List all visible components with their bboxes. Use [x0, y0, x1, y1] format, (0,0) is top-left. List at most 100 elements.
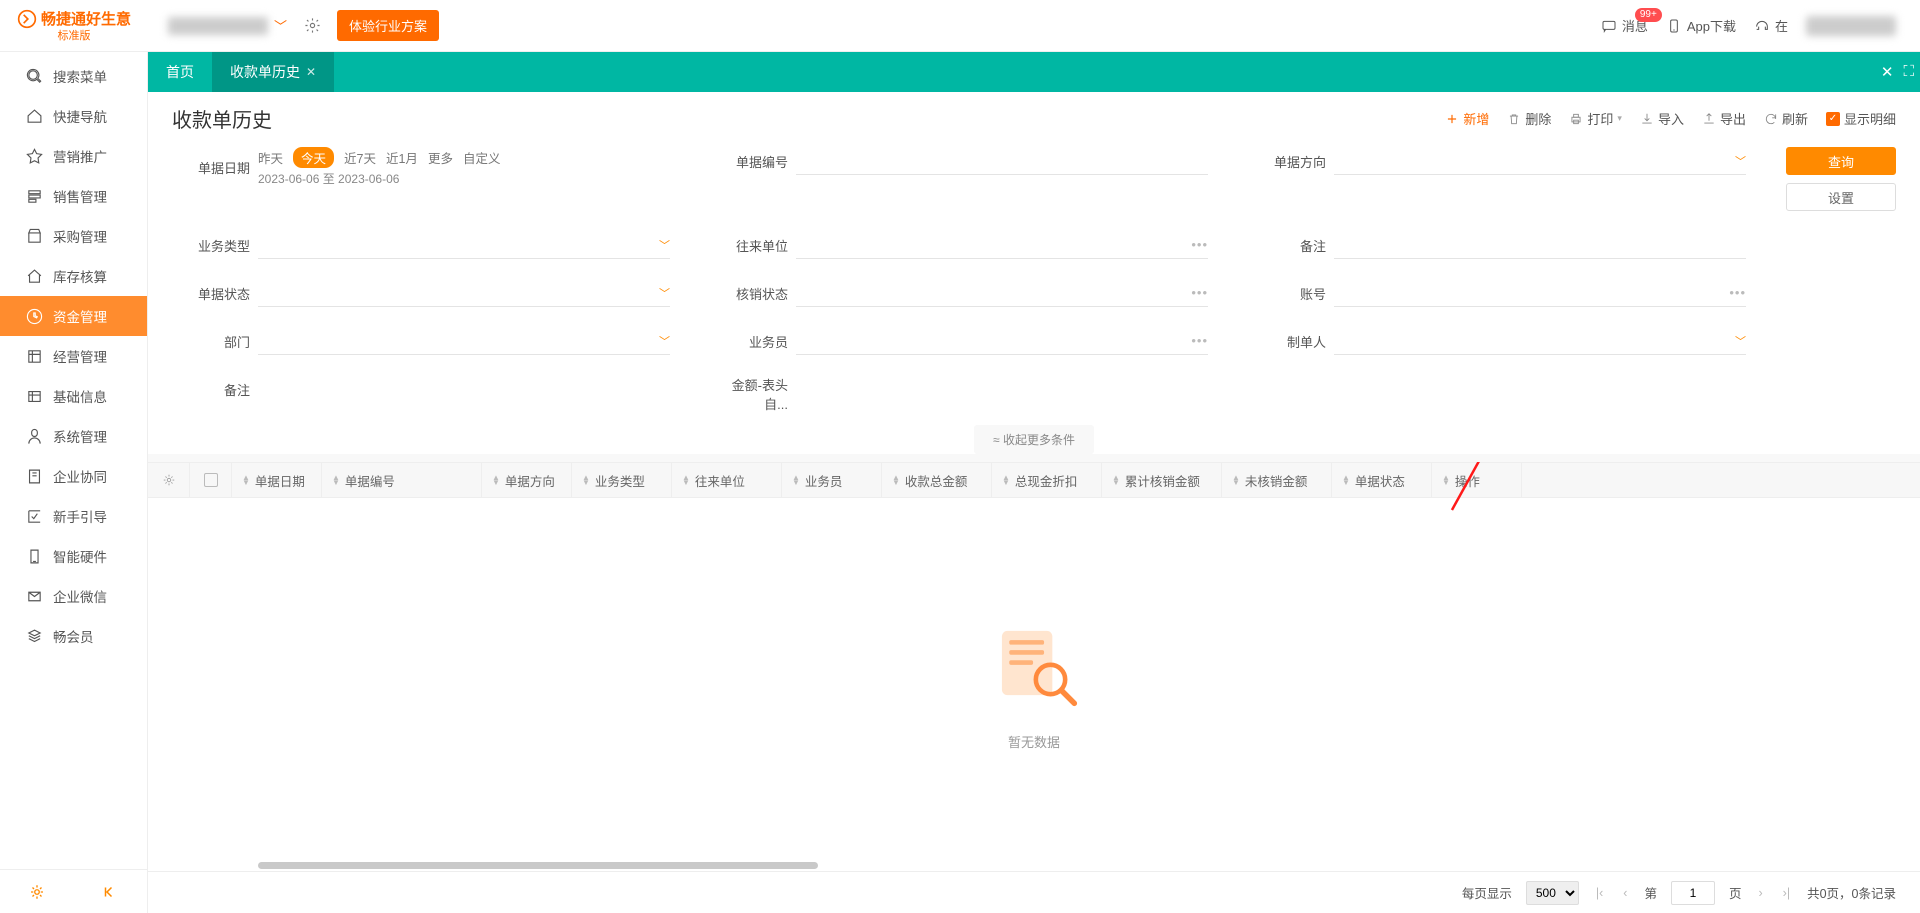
- sidebar-item-label: 企业微信: [53, 586, 107, 606]
- print-label: 打印: [1587, 109, 1613, 128]
- pager-first[interactable]: |‹: [1593, 886, 1606, 900]
- sort-icon: ▲▼: [1342, 475, 1350, 485]
- lookup-partner[interactable]: •••: [796, 231, 1208, 259]
- sort-icon: ▲▼: [1442, 475, 1450, 485]
- try-industry-button[interactable]: 体验行业方案: [337, 10, 439, 41]
- refresh-button[interactable]: 刷新: [1764, 109, 1808, 128]
- app-download-link[interactable]: App下载: [1666, 16, 1736, 35]
- delete-button[interactable]: 删除: [1507, 109, 1551, 128]
- col-header[interactable]: ▲▼单据状态: [1332, 463, 1432, 497]
- col-header[interactable]: ▲▼单据方向: [482, 463, 572, 497]
- sidebar-item-9[interactable]: 系统管理: [0, 416, 147, 456]
- input-doc-no[interactable]: [796, 147, 1208, 175]
- sidebar-item-13[interactable]: 企业微信: [0, 576, 147, 616]
- sidebar-item-4[interactable]: 采购管理: [0, 216, 147, 256]
- date-tab-more[interactable]: 更多: [428, 148, 453, 167]
- sidebar-item-3[interactable]: 销售管理: [0, 176, 147, 216]
- show-detail-toggle[interactable]: ✓显示明细: [1826, 109, 1896, 128]
- col-header[interactable]: ▲▼未核销金额: [1222, 463, 1332, 497]
- pager-next[interactable]: ›: [1756, 886, 1766, 900]
- tenant-selector[interactable]: ﹀: [168, 16, 287, 35]
- date-tab-yesterday[interactable]: 昨天: [258, 148, 283, 167]
- pager-page-input[interactable]: [1671, 881, 1715, 905]
- import-button[interactable]: 导入: [1640, 109, 1684, 128]
- col-header[interactable]: ▲▼操作: [1432, 463, 1522, 497]
- date-tab-1m[interactable]: 近1月: [386, 148, 418, 167]
- date-tab-7d[interactable]: 近7天: [344, 148, 376, 167]
- select-doc-state[interactable]: ﹀: [258, 279, 670, 307]
- col-header[interactable]: ▲▼往来单位: [672, 463, 782, 497]
- lookup-account[interactable]: •••: [1334, 279, 1746, 307]
- select-dept[interactable]: ﹀: [258, 327, 670, 355]
- tab-home[interactable]: 首页: [148, 52, 212, 92]
- date-range-filter[interactable]: 昨天 今天 近7天 近1月 更多 自定义 2023-06-06 至 2023-0…: [258, 147, 670, 187]
- col-header[interactable]: ▲▼总现金折扣: [992, 463, 1102, 497]
- select-biz-type[interactable]: ﹀: [258, 231, 670, 259]
- tab-close-all-icon[interactable]: ✕: [1881, 63, 1894, 81]
- nav-icon: [26, 468, 43, 485]
- date-tab-custom[interactable]: 自定义: [463, 148, 501, 167]
- sidebar-item-label: 新手引导: [53, 506, 107, 526]
- col-header[interactable]: ▲▼单据编号: [322, 463, 482, 497]
- sidebar-item-8[interactable]: 基础信息: [0, 376, 147, 416]
- label-doc-date: 单据日期: [172, 158, 258, 177]
- settings-button[interactable]: 设置: [1786, 183, 1896, 211]
- col-header[interactable]: ▲▼业务类型: [572, 463, 672, 497]
- horizontal-scrollbar[interactable]: [148, 861, 1920, 871]
- input-amount[interactable]: [796, 380, 1208, 408]
- label-remark: 备注: [1248, 236, 1334, 255]
- input-remark2[interactable]: [258, 375, 670, 403]
- pager-prev[interactable]: ‹: [1620, 886, 1630, 900]
- select-direction[interactable]: ﹀: [1334, 147, 1746, 175]
- col-header[interactable]: ▲▼累计核销金额: [1102, 463, 1222, 497]
- settings-icon[interactable]: [299, 13, 325, 39]
- nav-icon: [26, 148, 43, 165]
- date-tab-today[interactable]: 今天: [293, 147, 334, 168]
- lookup-write-state[interactable]: •••: [796, 279, 1208, 307]
- lookup-operator[interactable]: •••: [796, 327, 1208, 355]
- sidebar-item-2[interactable]: 营销推广: [0, 136, 147, 176]
- sidebar-collapse-icon[interactable]: [101, 883, 119, 901]
- label-account: 账号: [1248, 284, 1334, 303]
- sidebar-item-1[interactable]: 快捷导航: [0, 96, 147, 136]
- nav-icon: [26, 188, 43, 205]
- input-remark[interactable]: [1334, 231, 1746, 259]
- label-biz-type: 业务类型: [172, 236, 258, 255]
- tenant-name-blurred: [168, 17, 268, 35]
- collapse-conditions[interactable]: ≈ 收起更多条件: [974, 425, 1094, 454]
- sidebar-item-10[interactable]: 企业协同: [0, 456, 147, 496]
- sidebar-item-label: 畅会员: [53, 626, 94, 646]
- empty-text: 暂无数据: [1008, 732, 1060, 751]
- col-checkbox[interactable]: [190, 463, 232, 497]
- add-button[interactable]: 新增: [1445, 109, 1489, 128]
- export-button[interactable]: 导出: [1702, 109, 1746, 128]
- user-avatar-blurred[interactable]: [1806, 16, 1896, 36]
- sidebar-item-5[interactable]: 库存核算: [0, 256, 147, 296]
- search-button[interactable]: 查询: [1786, 147, 1896, 175]
- pager-size-select[interactable]: 500: [1526, 881, 1579, 905]
- caret-down-icon: ﹀: [659, 333, 670, 349]
- messages-link[interactable]: 消息 99+: [1601, 16, 1648, 35]
- col-header[interactable]: ▲▼业务员: [782, 463, 882, 497]
- col-label: 收款总金额: [905, 471, 968, 490]
- sidebar-settings-icon[interactable]: [28, 883, 46, 901]
- tab-receipt-history[interactable]: 收款单历史 ✕: [212, 52, 334, 92]
- sidebar-item-6[interactable]: 资金管理: [0, 296, 147, 336]
- sidebar-item-0[interactable]: 搜索菜单: [0, 56, 147, 96]
- col-header[interactable]: ▲▼收款总金额: [882, 463, 992, 497]
- pager-summary: 共0页，0条记录: [1807, 883, 1896, 902]
- sidebar-item-14[interactable]: 畅会员: [0, 616, 147, 656]
- support-link[interactable]: 在: [1754, 16, 1788, 35]
- col-settings-icon[interactable]: [148, 463, 190, 497]
- col-header[interactable]: ▲▼单据日期: [232, 463, 322, 497]
- sidebar-item-11[interactable]: 新手引导: [0, 496, 147, 536]
- tab-close-icon[interactable]: ✕: [306, 65, 316, 79]
- tab-fullscreen-icon[interactable]: ⛶: [1903, 63, 1914, 81]
- print-button[interactable]: 打印▾: [1569, 109, 1622, 128]
- sidebar-item-7[interactable]: 经营管理: [0, 336, 147, 376]
- nav-icon: [26, 508, 43, 525]
- sidebar-item-label: 营销推广: [53, 146, 107, 166]
- sidebar-item-12[interactable]: 智能硬件: [0, 536, 147, 576]
- pager-last[interactable]: ›|: [1780, 886, 1793, 900]
- select-maker[interactable]: ﹀: [1334, 327, 1746, 355]
